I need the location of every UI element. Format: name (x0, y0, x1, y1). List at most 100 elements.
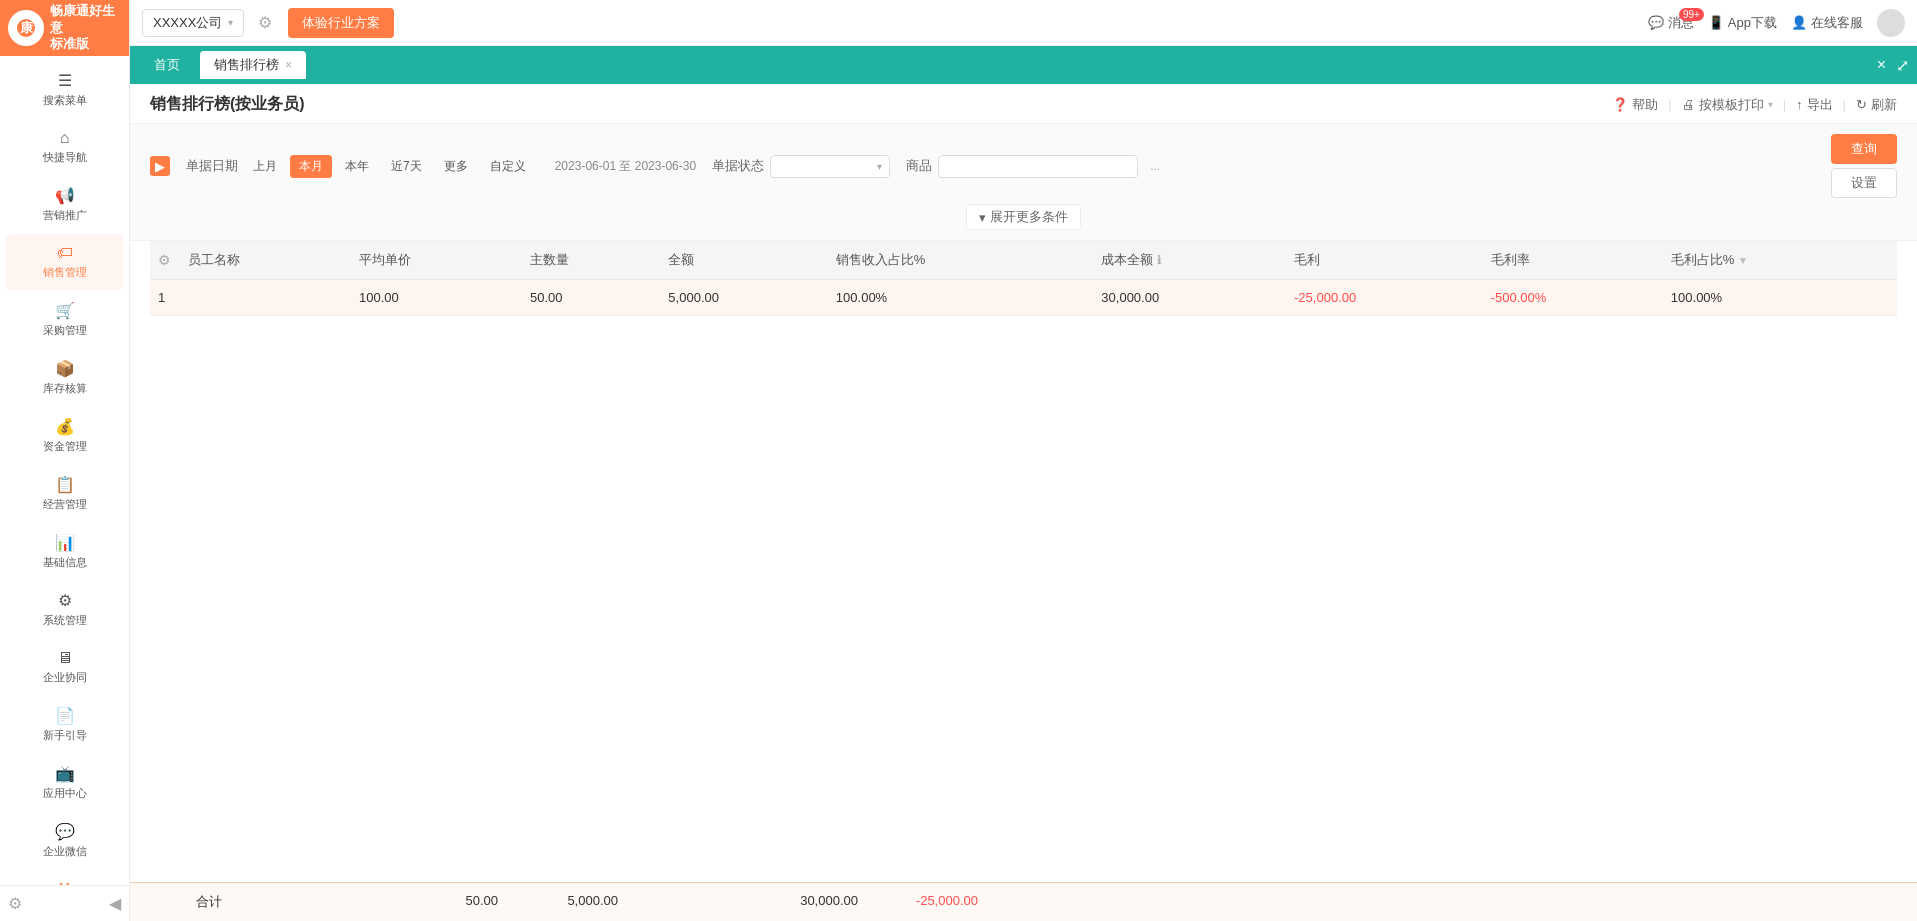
export-button[interactable]: ↑ 导出 (1796, 96, 1833, 114)
message-icon: 💬 (1648, 15, 1664, 30)
sidebar-item-guide[interactable]: 📄 新手引导 (6, 696, 123, 753)
enterprise-icon: 🖥 (57, 649, 73, 667)
status-filter-group: 单据状态 ▾ (712, 155, 890, 178)
sidebar-footer: ⚙ ◀ (0, 885, 129, 921)
filter-row-1: ▶ 单据日期 上月 本月 本年 近7天 更多 自定义 2023-06-01 至 … (150, 134, 1897, 198)
cost-info-icon[interactable]: ℹ (1157, 253, 1162, 267)
td-gross: -25,000.00 (1286, 280, 1483, 316)
tab-close-icon[interactable]: × (285, 58, 292, 72)
sidebar-item-appstore[interactable]: 📺 应用中心 (6, 754, 123, 811)
footer-settings-icon[interactable]: ⚙ (8, 894, 22, 913)
phone-icon: 📱 (1708, 15, 1724, 30)
date-btn-7days[interactable]: 近7天 (382, 155, 431, 178)
user-avatar[interactable] (1877, 9, 1905, 37)
message-button[interactable]: 💬 消息 99+ (1648, 14, 1694, 32)
refresh-icon: ↻ (1856, 97, 1867, 112)
operations-icon: 📋 (55, 475, 75, 494)
sidebar-item-search[interactable]: ☰ 搜索菜单 (6, 61, 123, 118)
footer-gross: -25,000.00 (916, 893, 978, 908)
sidebar-item-inventory[interactable]: 📦 库存核算 (6, 349, 123, 406)
sidebar-item-basic-info[interactable]: 📊 基础信息 (6, 523, 123, 580)
sidebar-nav: ☰ 搜索菜单 ⌂ 快捷导航 📢 营销推广 🏷 销售管理 🛒 采购管理 📦 库存核… (0, 56, 129, 885)
table-wrapper: ⚙ 员工名称 平均单价 主数量 全额 (130, 241, 1917, 882)
sidebar-item-member[interactable]: V 畅会员 (6, 870, 123, 885)
page-content: 销售排行榜(按业务员) ❓ 帮助 | 🖨 按模板打印 ▾ | ↑ 导出 | (130, 84, 1917, 921)
main-area: XXXXX公司 ▾ ⚙ 体验行业方案 💬 消息 99+ 📱 App下载 👤 在线… (130, 0, 1917, 921)
system-icon: ⚙ (58, 591, 72, 610)
page-header: 销售排行榜(按业务员) ❓ 帮助 | 🖨 按模板打印 ▾ | ↑ 导出 | (130, 84, 1917, 124)
footer-collapse-icon[interactable]: ◀ (109, 894, 121, 913)
filter-toggle-icon[interactable]: ▶ (150, 156, 170, 176)
header-gear-icon[interactable]: ⚙ (258, 13, 272, 32)
page-actions: ❓ 帮助 | 🖨 按模板打印 ▾ | ↑ 导出 | ↻ 刷新 (1612, 96, 1897, 114)
status-select[interactable] (770, 155, 890, 178)
column-settings-icon[interactable]: ⚙ (158, 252, 171, 268)
date-range-display: 2023-06-01 至 2023-06-30 (555, 158, 696, 175)
td-gross-rate: -500.00% (1483, 280, 1663, 316)
sales-icon: 🏷 (57, 244, 73, 262)
company-chevron-icon: ▾ (228, 17, 233, 28)
expand-row: ▾ 展开更多条件 (150, 198, 1897, 230)
status-label: 单据状态 (712, 157, 764, 175)
help-icon: ❓ (1612, 97, 1628, 112)
help-button[interactable]: ❓ 帮助 (1612, 96, 1658, 114)
company-selector[interactable]: XXXXX公司 ▾ (142, 9, 244, 37)
sidebar-item-quicknav[interactable]: ⌂ 快捷导航 (6, 119, 123, 175)
basic-info-icon: 📊 (55, 533, 75, 552)
app-name: 畅康通好生意 标准版 (50, 3, 121, 54)
query-button[interactable]: 查询 (1831, 134, 1897, 164)
logo-icon: 康 (8, 10, 44, 46)
search-menu-icon: ☰ (58, 71, 72, 90)
gross-pct-sort-icon[interactable]: ▼ (1738, 255, 1748, 266)
date-btn-current-year[interactable]: 本年 (336, 155, 378, 178)
date-btn-custom[interactable]: 自定义 (481, 155, 535, 178)
window-expand-icon[interactable]: ⤢ (1896, 56, 1909, 75)
sidebar-item-enterprise[interactable]: 🖥 企业协同 (6, 639, 123, 695)
table-row: 1 100.00 50.00 5,000.00 100.00% 30,000.0… (150, 280, 1897, 316)
table-header-row: ⚙ 员工名称 平均单价 主数量 全额 (150, 241, 1897, 280)
page-title: 销售排行榜(按业务员) (150, 94, 305, 115)
th-qty: 主数量 (522, 241, 660, 280)
service-icon: 👤 (1791, 15, 1807, 30)
expand-conditions-button[interactable]: ▾ 展开更多条件 (966, 204, 1081, 230)
footer-qty: 50.00 (465, 893, 498, 908)
sidebar-item-wechat[interactable]: 💬 企业微信 (6, 812, 123, 869)
sidebar: 康 畅康通好生意 标准版 ☰ 搜索菜单 ⌂ 快捷导航 📢 营销推广 🏷 销售管理… (0, 0, 130, 921)
refresh-button[interactable]: ↻ 刷新 (1856, 96, 1897, 114)
goods-label: 商品 (906, 157, 932, 175)
th-gross-pct: 毛利占比% ▼ (1663, 241, 1897, 280)
td-qty: 50.00 (522, 280, 660, 316)
sidebar-item-finance[interactable]: 💰 资金管理 (6, 407, 123, 464)
sidebar-item-sales[interactable]: 🏷 销售管理 (6, 234, 123, 290)
trial-button[interactable]: 体验行业方案 (288, 8, 394, 38)
td-sales-pct: 100.00% (828, 280, 1093, 316)
window-close-icon[interactable]: × (1877, 56, 1886, 75)
sidebar-item-purchase[interactable]: 🛒 采购管理 (6, 291, 123, 348)
sidebar-item-operations[interactable]: 📋 经营管理 (6, 465, 123, 522)
sales-ranking-table: ⚙ 员工名称 平均单价 主数量 全额 (150, 241, 1897, 316)
th-settings[interactable]: ⚙ (150, 241, 180, 280)
th-gross-rate: 毛利率 (1483, 241, 1663, 280)
date-btn-more[interactable]: 更多 (435, 155, 477, 178)
expand-chevron-icon: ▾ (979, 210, 986, 225)
settings-button[interactable]: 设置 (1831, 168, 1897, 198)
th-name: 员工名称 (180, 241, 351, 280)
tab-home[interactable]: 首页 (138, 46, 196, 84)
online-service-button[interactable]: 👤 在线客服 (1791, 14, 1863, 32)
sidebar-item-marketing[interactable]: 📢 营销推广 (6, 176, 123, 233)
goods-input[interactable] (938, 155, 1138, 178)
marketing-icon: 📢 (55, 186, 75, 205)
tab-sales-ranking[interactable]: 销售排行榜 × (200, 51, 306, 79)
date-btn-current-month[interactable]: 本月 (290, 155, 332, 178)
app-download-button[interactable]: 📱 App下载 (1708, 14, 1777, 32)
td-gross-pct: 100.00% (1663, 280, 1897, 316)
sidebar-item-system[interactable]: ⚙ 系统管理 (6, 581, 123, 638)
date-btn-prev-month[interactable]: 上月 (244, 155, 286, 178)
finance-icon: 💰 (55, 417, 75, 436)
filter-right-actions: 查询 设置 (1831, 134, 1897, 198)
goods-more-icon[interactable]: ... (1144, 157, 1166, 175)
td-amount: 5,000.00 (660, 280, 828, 316)
print-button[interactable]: 🖨 按模板打印 ▾ (1682, 96, 1773, 114)
td-avg-price: 100.00 (351, 280, 522, 316)
td-index: 1 (150, 280, 180, 316)
